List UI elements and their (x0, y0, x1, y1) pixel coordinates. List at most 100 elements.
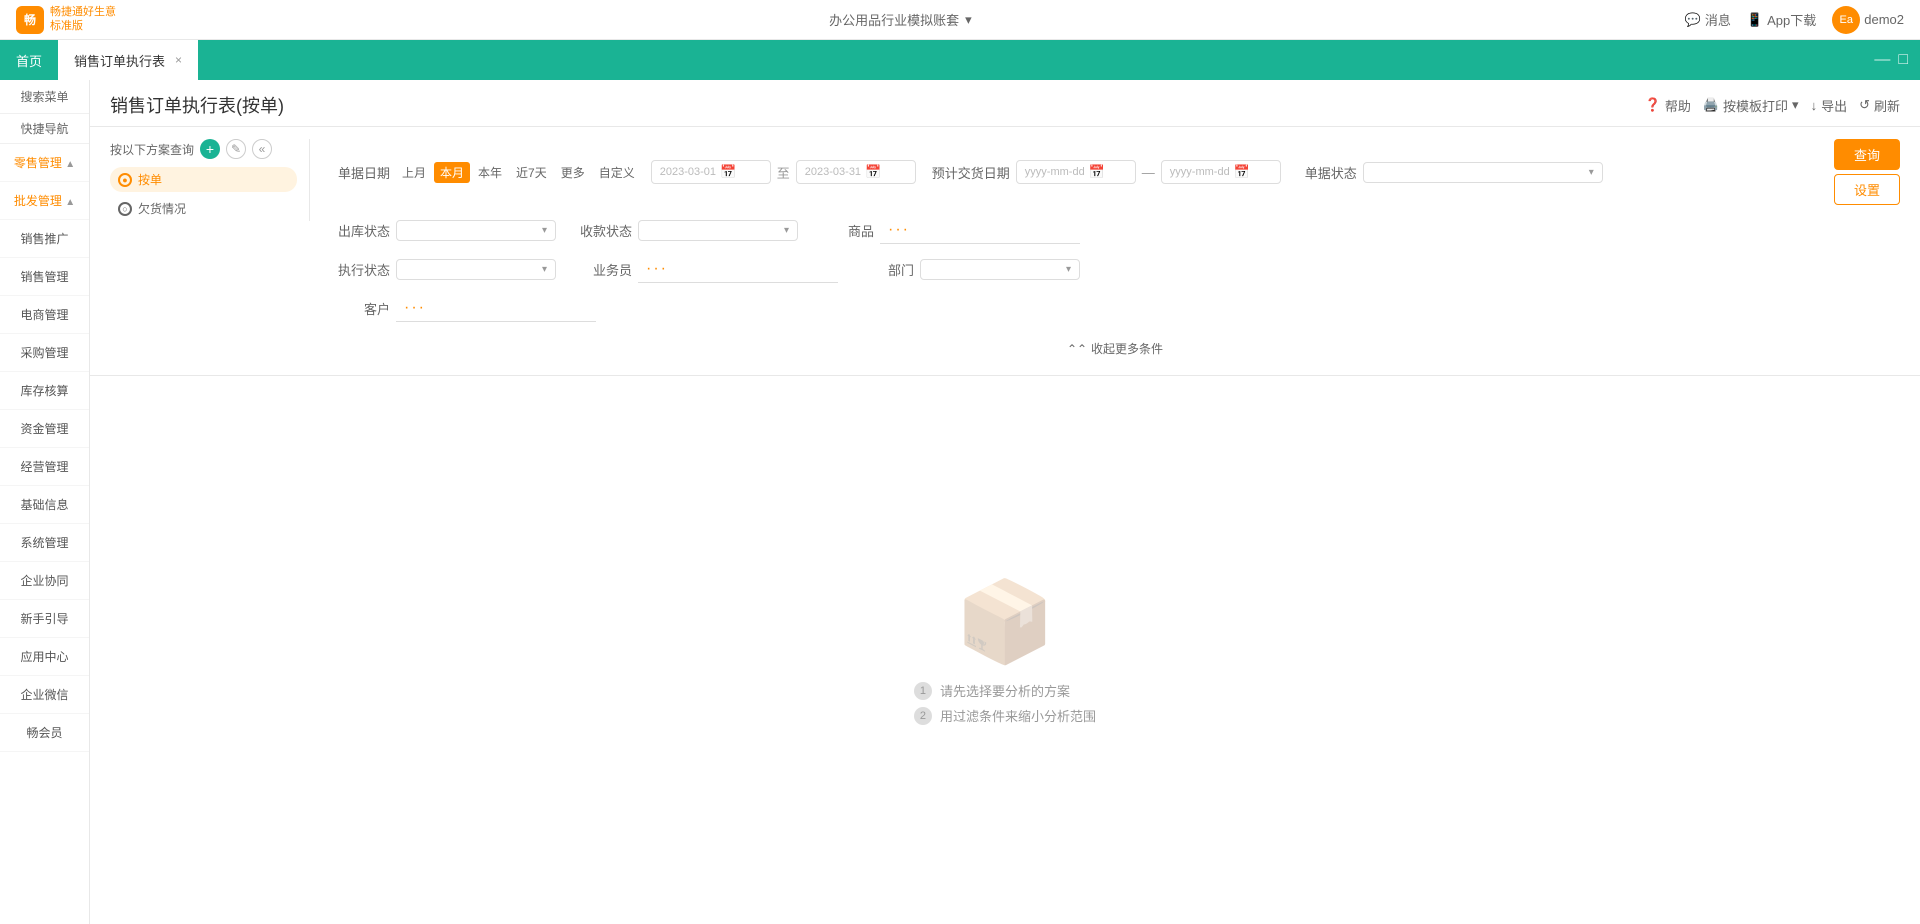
window-minimize-button[interactable]: — (1874, 51, 1890, 69)
date-tab-last-month[interactable]: 上月 (396, 162, 432, 183)
sidebar-item-enterprise[interactable]: 企业协同 (0, 562, 89, 600)
search-button[interactable]: 查询 (1834, 139, 1900, 170)
customer-input[interactable]: ··· (396, 295, 596, 322)
sidebar-item-enterprise-wechat[interactable]: 企业微信 (0, 676, 89, 714)
exec-status-filter: 执行状态 ▾ (330, 259, 556, 280)
tab-close-icon[interactable]: × (175, 53, 182, 67)
filter-fields: 单据日期 上月 本月 本年 近7天 更多 自定义 (310, 139, 1900, 363)
sidebar-item-inventory[interactable]: 库存核算 (0, 372, 89, 410)
date-tab-custom[interactable]: 自定义 (593, 162, 641, 183)
customer-filter: 客户 ··· (330, 295, 596, 322)
date-to-input[interactable]: 2023-03-31 📅 (796, 160, 916, 184)
sidebar-item-app-center[interactable]: 应用中心 (0, 638, 89, 676)
sidebar-item-retail[interactable]: 零售管理 ▲ (0, 144, 89, 182)
date-separator: 至 (777, 163, 790, 182)
calendar-icon-2: 📅 (865, 164, 881, 180)
logo-icon: 畅 (16, 6, 44, 34)
calendar-icon-3: 📅 (1089, 164, 1105, 180)
sidebar-item-marketing[interactable]: 销售推广 (0, 220, 89, 258)
top-bar-right: 💬 消息 📱 App下载 Ea demo2 (1685, 6, 1904, 34)
scheme-item-2[interactable]: ○ 欠货情况 (110, 196, 297, 221)
date-tab-more[interactable]: 更多 (555, 162, 591, 183)
dept-label: 部门 (854, 260, 914, 279)
empty-illustration: 📦 (955, 575, 1055, 669)
sidebar-item-finance[interactable]: 资金管理 (0, 410, 89, 448)
goods-input[interactable]: ··· (880, 217, 1080, 244)
stock-status-label: 出库状态 (330, 221, 390, 240)
filter-row-1: 单据日期 上月 本月 本年 近7天 更多 自定义 (330, 139, 1900, 205)
logo-area: 畅 畅捷通好生意 标准版 (16, 6, 116, 34)
calendar-icon: 📅 (720, 164, 736, 180)
user-menu[interactable]: Ea demo2 (1832, 6, 1904, 34)
empty-tips: 1 请先选择要分析的方案 2 用过滤条件来缩小分析范围 (914, 681, 1096, 725)
collapse-scheme-button[interactable]: « (252, 139, 272, 159)
stock-status-select[interactable]: ▾ (396, 220, 556, 241)
payment-status-select[interactable]: ▾ (638, 220, 798, 241)
logo-text: 畅捷通好生意 标准版 (50, 6, 116, 32)
export-button[interactable]: ↓ 导出 (1811, 96, 1848, 115)
setting-button[interactable]: 设置 (1834, 174, 1900, 205)
dept-select[interactable]: ▾ (920, 259, 1080, 280)
stock-status-filter: 出库状态 ▾ (330, 220, 556, 241)
help-button[interactable]: ❓ 帮助 (1645, 96, 1691, 115)
app-download-button[interactable]: 📱 App下载 (1747, 10, 1816, 29)
more-options-icon-3[interactable]: ··· (404, 299, 426, 316)
sidebar-search[interactable]: 搜索菜单 (0, 80, 89, 114)
chevron-down-icon-4: ▾ (542, 264, 547, 275)
window-maximize-button[interactable]: □ (1898, 51, 1908, 69)
collapse-button[interactable]: ⌃⌃ 收起更多条件 (330, 334, 1900, 363)
sidebar-item-member[interactable]: 畅会员 (0, 714, 89, 752)
sidebar-item-operations[interactable]: 经营管理 (0, 448, 89, 486)
sales-rep-label: 业务员 (572, 260, 632, 279)
sales-rep-input[interactable]: ··· (638, 256, 838, 283)
sidebar-item-ecommerce[interactable]: 电商管理 (0, 296, 89, 334)
more-options-icon-2[interactable]: ··· (646, 260, 668, 277)
sidebar-item-purchase[interactable]: 采购管理 (0, 334, 89, 372)
refresh-button[interactable]: ↺ 刷新 (1859, 96, 1900, 115)
exec-status-select[interactable]: ▾ (396, 259, 556, 280)
top-bar: 畅 畅捷通好生意 标准版 办公用品行业模拟账套 ▾ 💬 消息 📱 App下载 E… (0, 0, 1920, 40)
sidebar-item-guide[interactable]: 新手引导 (0, 600, 89, 638)
more-options-icon[interactable]: ··· (888, 221, 910, 238)
message-icon: 💬 (1685, 12, 1701, 28)
sidebar-item-basic-info[interactable]: 基础信息 (0, 486, 89, 524)
scheme-header: 按以下方案查询 + ✎ « (110, 139, 297, 159)
payment-status-filter: 收款状态 ▾ (572, 220, 798, 241)
date-tab-7days[interactable]: 近7天 (510, 162, 553, 183)
message-button[interactable]: 💬 消息 (1685, 10, 1731, 29)
filter-row-4: 客户 ··· (330, 295, 1900, 322)
sidebar-item-wholesale[interactable]: 批发管理 ▲ (0, 182, 89, 220)
top-bar-left: 畅 畅捷通好生意 标准版 (16, 6, 116, 34)
sidebar-quick-nav[interactable]: 快捷导航 (0, 114, 89, 144)
company-selector[interactable]: 办公用品行业模拟账套 ▾ (829, 10, 972, 29)
add-scheme-button[interactable]: + (200, 139, 220, 159)
single-status-select[interactable]: ▾ (1363, 162, 1603, 183)
scheme-item-active[interactable]: ● 按单 (110, 167, 297, 192)
sidebar-item-system[interactable]: 系统管理 (0, 524, 89, 562)
print-button[interactable]: 🖨️ 按模板打印 ▾ (1703, 96, 1799, 115)
forecast-date-filter: 预计交货日期 yyyy-mm-dd 📅 — yyyy-mm-dd 📅 (932, 160, 1281, 184)
date-tab-current-year[interactable]: 本年 (472, 162, 508, 183)
forecast-date-to[interactable]: yyyy-mm-dd 📅 (1161, 160, 1281, 184)
date-from-input[interactable]: 2023-03-01 📅 (651, 160, 771, 184)
date-filter: 单据日期 上月 本月 本年 近7天 更多 自定义 (330, 160, 916, 184)
edit-scheme-button[interactable]: ✎ (226, 139, 246, 159)
phone-icon: 📱 (1747, 12, 1763, 28)
date-label: 单据日期 (330, 163, 390, 182)
goods-filter: 商品 ··· (814, 217, 1080, 244)
tab-home[interactable]: 首页 (0, 40, 58, 80)
date-tab-current-month[interactable]: 本月 (434, 162, 470, 183)
filter-section: 按以下方案查询 + ✎ « ● 按单 ○ 欠货情况 (110, 139, 1900, 363)
print-icon: 🖨️ (1703, 97, 1719, 113)
collapse-icon: ⌃⌃ (1067, 342, 1087, 356)
sidebar-item-sales[interactable]: 销售管理 (0, 258, 89, 296)
chevron-down-icon: ▾ (965, 12, 972, 28)
scheme2-icon: ○ (118, 202, 132, 216)
tab-sales-order[interactable]: 销售订单执行表 × (58, 40, 198, 80)
tip-num-2: 2 (914, 707, 932, 725)
filter-row-2: 出库状态 ▾ 收款状态 ▾ (330, 217, 1900, 244)
forecast-date-from[interactable]: yyyy-mm-dd 📅 (1016, 160, 1136, 184)
forecast-date-label: 预计交货日期 (932, 163, 1010, 182)
filter-row-3: 执行状态 ▾ 业务员 ··· (330, 256, 1900, 283)
single-status-filter: 单据状态 ▾ (1297, 162, 1603, 183)
